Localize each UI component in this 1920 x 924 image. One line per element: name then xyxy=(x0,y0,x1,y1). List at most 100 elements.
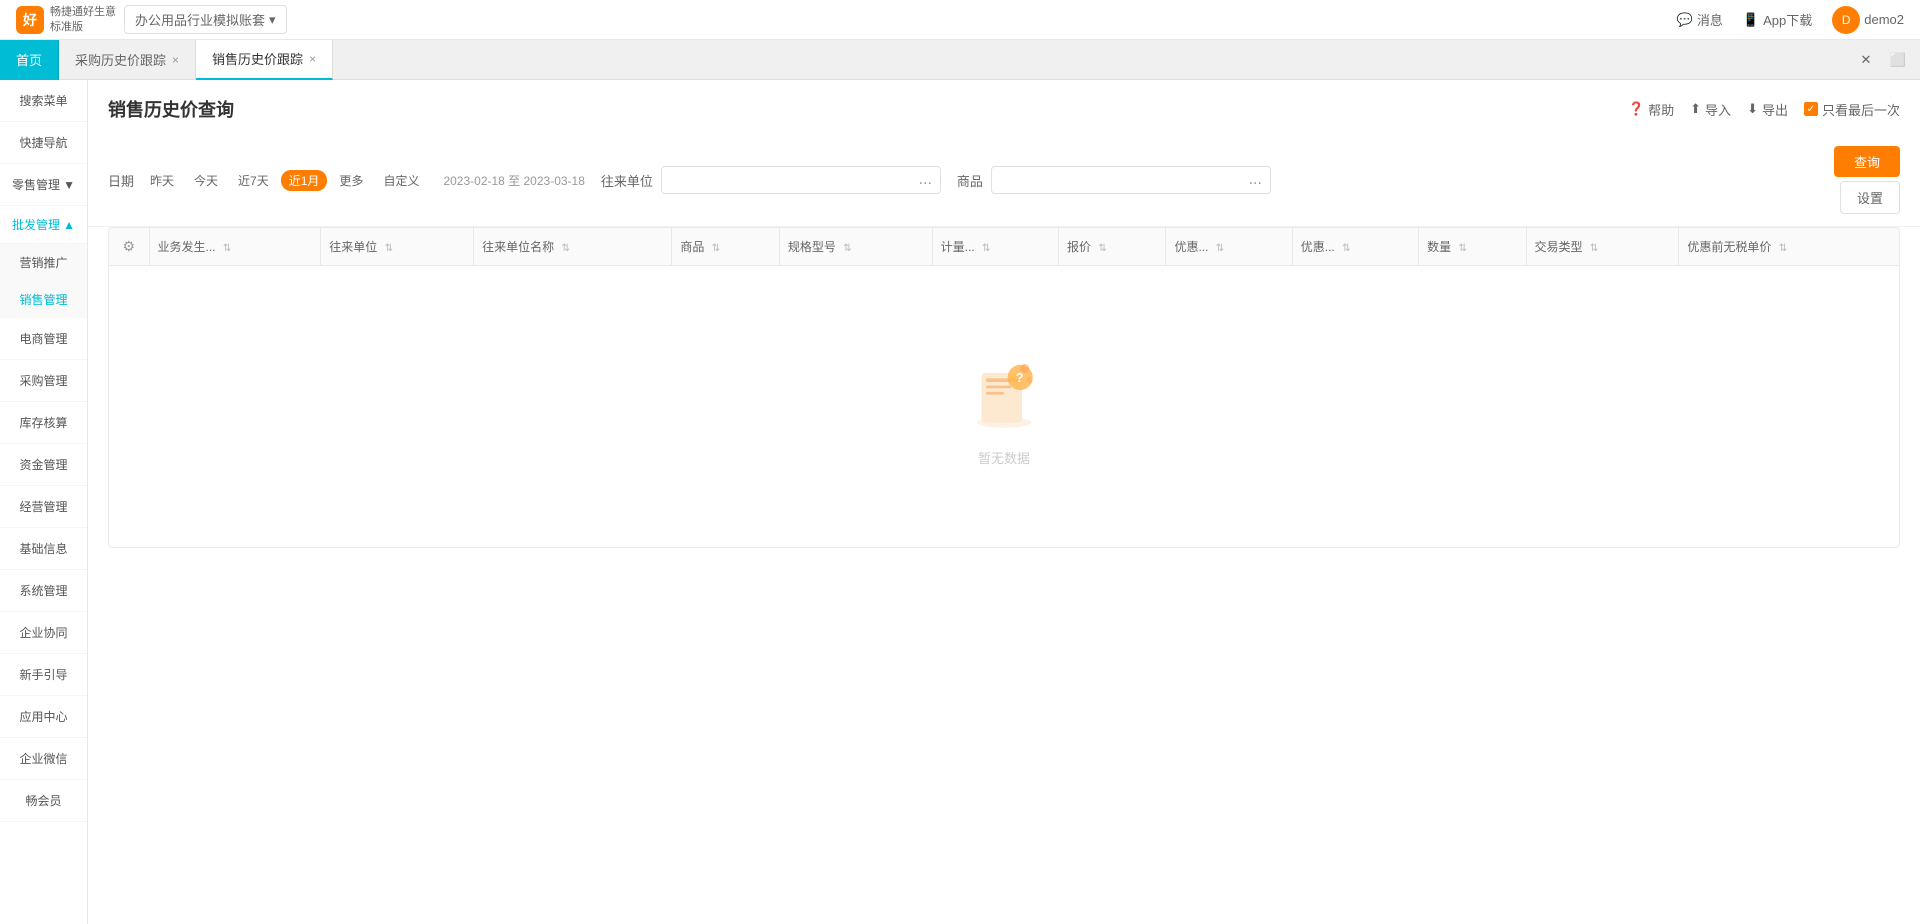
sidebar-item-member[interactable]: 畅会员 xyxy=(0,780,87,822)
date-range-text: 2023-02-18 至 2023-03-18 xyxy=(443,172,584,189)
sort-arrows-date: ⇅ xyxy=(223,243,231,254)
tab-close-window[interactable]: ✕ xyxy=(1854,48,1878,72)
sidebar-item-ecommerce[interactable]: 电商管理 xyxy=(0,318,87,360)
date-range-display: 2023-02-18 至 2023-03-18 xyxy=(443,172,584,189)
page-title: 销售历史价查询 xyxy=(108,96,234,122)
tab-purchase-close[interactable]: × xyxy=(172,53,179,67)
chevron-up-icon: ▲ xyxy=(63,218,75,232)
goods-dots: ... xyxy=(1249,171,1262,189)
sidebar-item-operations[interactable]: 经营管理 xyxy=(0,486,87,528)
sort-arrows-spec: ⇅ xyxy=(843,243,851,254)
sort-arrows-discount2: ⇅ xyxy=(1342,243,1350,254)
tab-sales-label: 销售历史价跟踪 xyxy=(212,49,303,68)
th-discount1[interactable]: 优惠... ⇅ xyxy=(1166,228,1292,266)
sort-arrows-discount1: ⇅ xyxy=(1216,243,1224,254)
message-action[interactable]: 💬 消息 xyxy=(1677,10,1723,29)
date-btn-more[interactable]: 更多 xyxy=(331,170,371,191)
user-profile[interactable]: D demo2 xyxy=(1832,6,1904,34)
message-icon: 💬 xyxy=(1677,12,1693,28)
date-btn-7days[interactable]: 近7天 xyxy=(230,170,277,191)
sidebar-item-wholesale[interactable]: 批发管理 ▲ xyxy=(0,206,87,244)
partner-label: 往来单位 xyxy=(601,171,653,190)
app-download-action[interactable]: 📱 App下载 xyxy=(1743,10,1812,29)
th-date[interactable]: 业务发生... ⇅ xyxy=(149,228,321,266)
table-settings-icon[interactable]: ⚙ xyxy=(122,238,135,254)
partner-input[interactable]: ... xyxy=(661,166,941,194)
th-trade-type[interactable]: 交易类型 ⇅ xyxy=(1526,228,1679,266)
date-btn-custom[interactable]: 自定义 xyxy=(375,170,427,191)
logo-text: 畅捷通好生意 标准版 xyxy=(50,5,116,34)
sidebar-item-inventory[interactable]: 库存核算 xyxy=(0,402,87,444)
th-unit[interactable]: 计量... ⇅ xyxy=(932,228,1058,266)
logo-icon: 好 xyxy=(16,6,44,34)
sidebar-wholesale-sub: 营销推广 销售管理 xyxy=(0,244,87,318)
page-header: 销售历史价查询 ❓ 帮助 ⬆ 导入 ⬇ 导出 ✓ xyxy=(88,80,1920,134)
chevron-down-icon: ▾ xyxy=(269,12,276,28)
top-header: 好 畅捷通好生意 标准版 办公用品行业模拟账套 ▾ 💬 消息 📱 App下载 D… xyxy=(0,0,1920,40)
sidebar-item-sales-mgmt[interactable]: 销售管理 xyxy=(0,281,87,318)
sort-arrows-quantity: ⇅ xyxy=(1458,243,1466,254)
checkbox-checked-icon: ✓ xyxy=(1804,102,1818,116)
sidebar-item-guide[interactable]: 新手引导 xyxy=(0,654,87,696)
date-btn-yesterday[interactable]: 昨天 xyxy=(142,170,182,191)
query-button[interactable]: 查询 xyxy=(1834,146,1900,177)
sort-arrows-goods: ⇅ xyxy=(712,243,720,254)
tab-purchase[interactable]: 采购历史价跟踪 × xyxy=(59,40,196,80)
sidebar-item-system[interactable]: 系统管理 xyxy=(0,570,87,612)
app-selector[interactable]: 办公用品行业模拟账套 ▾ xyxy=(124,5,287,34)
th-spec[interactable]: 规格型号 ⇅ xyxy=(779,228,932,266)
header-left: 好 畅捷通好生意 标准版 办公用品行业模拟账套 ▾ xyxy=(16,5,287,34)
th-pretax-price[interactable]: 优惠前无税单价 ⇅ xyxy=(1679,228,1899,266)
tab-sales[interactable]: 销售历史价跟踪 × xyxy=(196,40,333,80)
filter-row: 日期 昨天 今天 近7天 近1月 更多 自定义 2023-02-18 至 202… xyxy=(108,146,1900,214)
tab-maximize-window[interactable]: ⬜ xyxy=(1886,48,1910,72)
partner-filter: 往来单位 ... xyxy=(601,166,941,194)
tab-sales-close[interactable]: × xyxy=(309,52,316,66)
sidebar-item-basic-info[interactable]: 基础信息 xyxy=(0,528,87,570)
goods-filter: 商品 ... xyxy=(957,166,1271,194)
sort-arrows-trade-type: ⇅ xyxy=(1590,243,1598,254)
sidebar-item-app-center[interactable]: 应用中心 xyxy=(0,696,87,738)
date-btn-today[interactable]: 今天 xyxy=(186,170,226,191)
content-area: 销售历史价查询 ❓ 帮助 ⬆ 导入 ⬇ 导出 ✓ xyxy=(88,80,1920,924)
date-btn-1month[interactable]: 近1月 xyxy=(281,170,328,191)
sidebar-item-retail[interactable]: 零售管理 ▼ xyxy=(0,164,87,206)
empty-state-row: ? 暂无数据 xyxy=(109,266,1899,548)
table-area: ⚙ 业务发生... ⇅ 往来单位 ⇅ 往来单位名称 xyxy=(88,227,1920,548)
sidebar-item-quick-nav[interactable]: 快捷导航 xyxy=(0,122,87,164)
tab-home[interactable]: 首页 xyxy=(0,40,59,80)
th-settings[interactable]: ⚙ xyxy=(109,228,149,266)
th-discount2[interactable]: 优惠... ⇅ xyxy=(1292,228,1418,266)
tab-purchase-label: 采购历史价跟踪 xyxy=(75,50,166,69)
th-partner-code[interactable]: 往来单位 ⇅ xyxy=(321,228,474,266)
sidebar-item-marketing[interactable]: 营销推广 xyxy=(0,244,87,281)
sidebar: 搜索菜单 快捷导航 零售管理 ▼ 批发管理 ▲ 营销推广 销售管理 电商管理 采… xyxy=(0,80,88,924)
export-btn[interactable]: ⬇ 导出 xyxy=(1747,100,1788,119)
sidebar-item-search[interactable]: 搜索菜单 xyxy=(0,80,87,122)
sort-arrows-unit: ⇅ xyxy=(982,243,990,254)
svg-text:?: ? xyxy=(1016,371,1024,385)
import-icon: ⬆ xyxy=(1690,101,1701,117)
th-partner-name[interactable]: 往来单位名称 ⇅ xyxy=(474,228,672,266)
sidebar-item-finance[interactable]: 资金管理 xyxy=(0,444,87,486)
empty-text: 暂无数据 xyxy=(978,448,1030,467)
download-icon: 📱 xyxy=(1743,12,1759,28)
avatar: D xyxy=(1832,6,1860,34)
sidebar-item-enterprise[interactable]: 企业协同 xyxy=(0,612,87,654)
import-btn[interactable]: ⬆ 导入 xyxy=(1690,100,1731,119)
sidebar-item-wechat[interactable]: 企业微信 xyxy=(0,738,87,780)
th-quantity[interactable]: 数量 ⇅ xyxy=(1419,228,1526,266)
show-last-only-checkbox[interactable]: ✓ 只看最后一次 xyxy=(1804,100,1900,119)
empty-illustration: ? xyxy=(959,346,1049,436)
tab-bar: 首页 采购历史价跟踪 × 销售历史价跟踪 × ✕ ⬜ xyxy=(0,40,1920,80)
settings-button[interactable]: 设置 xyxy=(1840,181,1900,214)
main-layout: 搜索菜单 快捷导航 零售管理 ▼ 批发管理 ▲ 营销推广 销售管理 电商管理 采… xyxy=(0,80,1920,924)
data-table: ⚙ 业务发生... ⇅ 往来单位 ⇅ 往来单位名称 xyxy=(109,228,1899,547)
tab-actions: ✕ ⬜ xyxy=(1854,48,1920,72)
th-goods[interactable]: 商品 ⇅ xyxy=(672,228,779,266)
th-price[interactable]: 报价 ⇅ xyxy=(1059,228,1166,266)
sidebar-item-purchase[interactable]: 采购管理 xyxy=(0,360,87,402)
help-btn[interactable]: ❓ 帮助 xyxy=(1628,100,1674,119)
sidebar-search-label: 搜索菜单 xyxy=(19,94,67,108)
goods-input[interactable]: ... xyxy=(991,166,1271,194)
